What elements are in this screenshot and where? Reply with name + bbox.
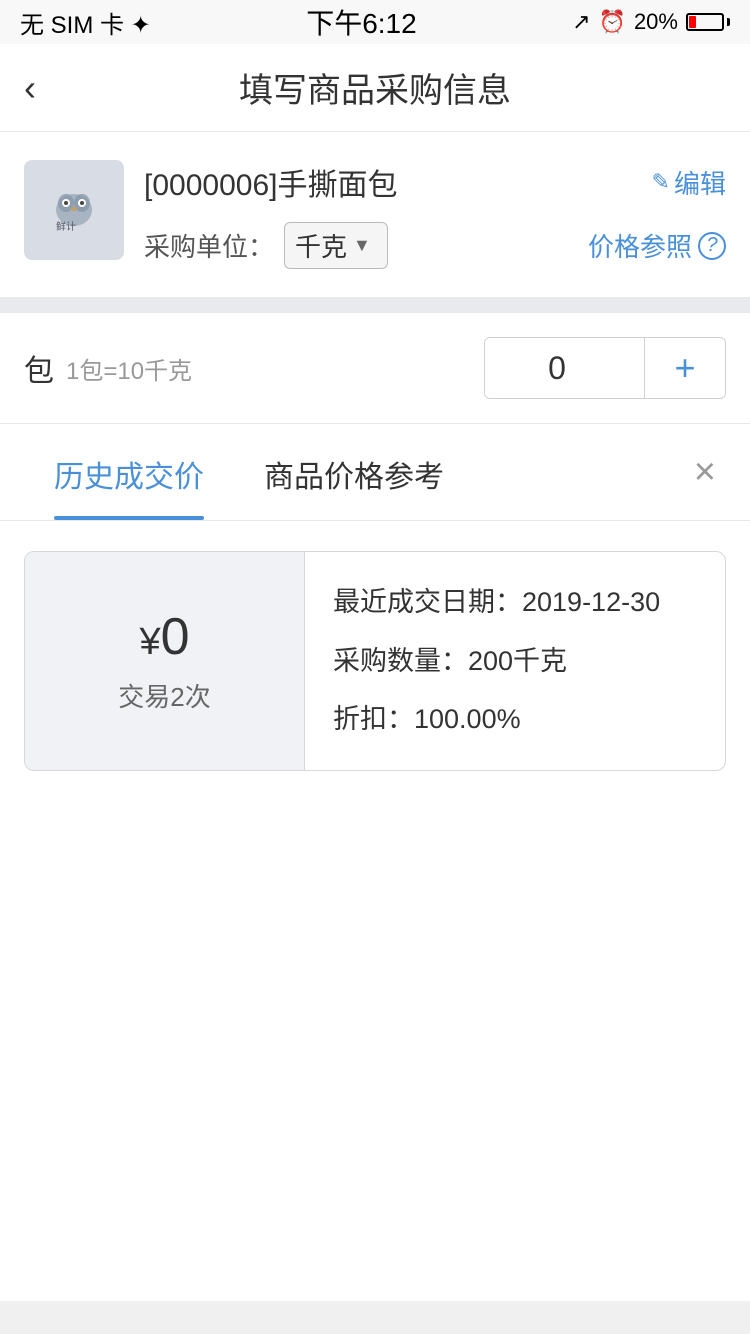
price-ref-label: 价格参照 [588,227,692,264]
tab-product-price-ref[interactable]: 商品价格参考 [234,424,474,520]
section-divider [0,297,750,313]
battery-percent: 20% [634,9,678,35]
currency-symbol: ¥ [139,621,160,663]
price-card-left: ¥0 交易2次 [25,552,305,770]
product-row: 鲜计 [0000006]手撕面包 ✎ 编辑 采购单位： 千克 ▼ [24,160,726,269]
product-name: [0000006]手撕面包 [144,160,397,204]
unit-value: 千克 [295,227,347,264]
price-card-right: 最近成交日期：2019-12-30 采购数量：200千克 折扣：100.00% [305,552,725,770]
price-card: ¥0 交易2次 最近成交日期：2019-12-30 采购数量：200千克 折扣：… [24,551,726,771]
product-thumb-icon: 鲜计 [44,175,104,245]
product-info: [0000006]手撕面包 ✎ 编辑 采购单位： 千克 ▼ 价格参照 ? [144,160,726,269]
tab-history-price[interactable]: 历史成交价 [24,424,234,520]
edit-icon: ✎ [652,169,670,195]
price-amount: ¥0 [139,607,189,667]
purchase-qty-value: 200千克 [468,646,567,676]
product-thumbnail: 鲜计 [24,160,124,260]
discount-row: 折扣：100.00% [333,699,697,740]
edit-label: 编辑 [674,164,726,201]
svg-text:鲜计: 鲜计 [56,220,76,233]
header: ‹ 填写商品采购信息 [0,44,750,132]
back-button[interactable]: ‹ [24,67,36,109]
quantity-plus-button[interactable]: + [645,338,725,398]
status-bar-left: 无 SIM 卡 ✦ [20,5,151,40]
quantity-input[interactable] [485,338,645,398]
quantity-unit: 包 [24,346,54,390]
quantity-label: 包 1包=10千克 [24,346,192,390]
unit-dropdown[interactable]: 千克 ▼ [284,222,388,269]
unit-left: 采购单位： 千克 ▼ [144,222,388,269]
product-name-row: [0000006]手撕面包 ✎ 编辑 [144,160,726,204]
location-icon: ↗ [572,9,590,35]
purchase-qty-row: 采购数量：200千克 [333,641,697,682]
battery-tip [727,18,730,26]
battery-fill [689,16,696,28]
price-value: 0 [161,608,190,666]
discount-label: 折扣： [333,704,414,734]
chevron-down-icon: ▼ [353,235,371,256]
unit-label: 采购单位： [144,227,274,264]
tab-close-button[interactable]: × [684,431,726,514]
tabs-section: 历史成交价 商品价格参考 × ¥0 交易2次 最近成交日期：2019-12-30… [0,423,750,1301]
info-icon: ? [698,232,726,260]
recent-date-label: 最近成交日期： [333,587,522,617]
status-bar-time: 下午6:12 [306,2,417,42]
product-card: 鲜计 [0000006]手撕面包 ✎ 编辑 采购单位： 千克 ▼ [0,132,750,297]
status-bar-right: ↗ ⏰ 20% [572,9,730,35]
discount-value: 100.00% [414,704,521,734]
page-title: 填写商品采购信息 [239,63,511,112]
battery-indicator [686,13,730,31]
sim-status: 无 SIM 卡 ✦ [20,5,151,40]
tabs-header: 历史成交价 商品价格参考 × [0,424,750,521]
quantity-control: + [484,337,726,399]
edit-button[interactable]: ✎ 编辑 [652,164,726,201]
alarm-icon: ⏰ [599,9,626,35]
purchase-qty-label: 采购数量： [333,646,468,676]
recent-date-row: 最近成交日期：2019-12-30 [333,582,697,623]
status-bar: 无 SIM 卡 ✦ 下午6:12 ↗ ⏰ 20% [0,0,750,44]
recent-date-value: 2019-12-30 [522,587,660,617]
price-trades-count: 交易2次 [118,677,210,714]
price-ref-button[interactable]: 价格参照 ? [588,227,726,264]
content-area [0,801,750,1301]
product-unit-row: 采购单位： 千克 ▼ 价格参照 ? [144,222,726,269]
quantity-conversion: 1包=10千克 [66,351,192,386]
quantity-row: 包 1包=10千克 + [0,313,750,423]
